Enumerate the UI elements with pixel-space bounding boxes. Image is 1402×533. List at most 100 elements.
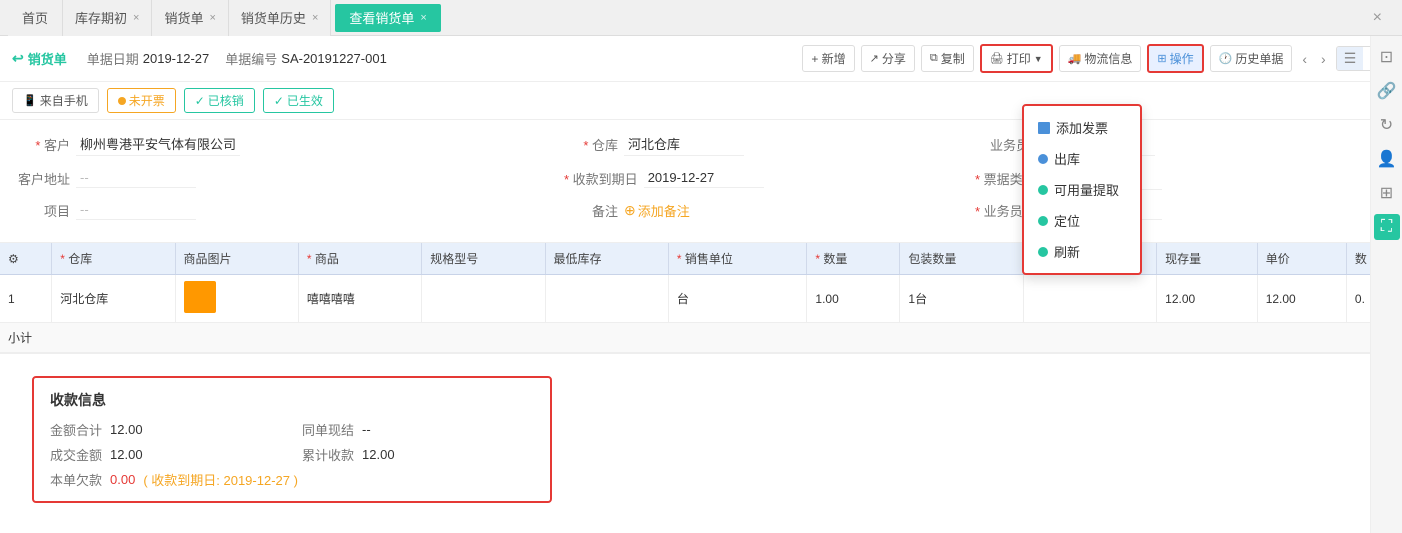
doc-header: ↩ 销货单 单据日期 2019-12-27 单据编号 SA-20191227-0… <box>0 36 1402 82</box>
gear-icon: ⚙ <box>8 252 19 266</box>
sidebar-document-icon[interactable]: ⊡ <box>1374 44 1400 70</box>
form-row-1: 客户 柳州粤港平安气体有限公司 仓库 河北仓库 业务员 演示账号 <box>16 132 1386 156</box>
col-quantity: 数量 <box>807 243 900 275</box>
col-pack-qty: 包装数量 <box>900 243 1023 275</box>
history-button[interactable]: 🕐 历史单据 <box>1210 45 1293 72</box>
status-row: 📱 来自手机 未开票 ✓ 已核销 ✓ 已生效 <box>0 82 1402 120</box>
confirmed-label: 已核销 <box>208 92 244 109</box>
row-min-stock <box>545 275 668 323</box>
row-num: 1 <box>0 275 52 323</box>
current-due-value: 0.00 <box>110 472 135 487</box>
warehouse-value[interactable]: 河北仓库 <box>624 132 744 156</box>
tab-bar: 首页 库存期初 × 销货单 × 销货单历史 × 查看销货单 × × <box>0 0 1402 36</box>
sidebar-fullscreen-icon[interactable]: ⛶ <box>1374 214 1400 240</box>
view-list-button[interactable]: ☰ <box>1337 47 1364 70</box>
confirmed-button[interactable]: ✓ 已核销 <box>184 88 255 113</box>
tab-sales-order-label: 销货单 <box>164 8 203 27</box>
row-sales-unit: 台 <box>668 275 807 323</box>
subtotal-label: 小计 <box>0 323 1402 353</box>
payment-section: 收款信息 金额合计 12.00 同单现结 -- 成交金额 12.00 <box>32 376 552 503</box>
row-warehouse: 河北仓库 <box>52 275 175 323</box>
sidebar-user-icon[interactable]: 👤 <box>1374 146 1400 172</box>
due-date-text: ( 收款到期日: 2019-12-27 ) <box>143 470 298 489</box>
col-stock: 现存量 <box>1157 243 1258 275</box>
doc-date-value: 2019-12-27 <box>143 51 210 66</box>
sidebar-refresh-icon[interactable]: ↻ <box>1374 112 1400 138</box>
locate-item[interactable]: 定位 <box>1024 205 1140 236</box>
payment-area: 收款信息 金额合计 12.00 同单现结 -- 成交金额 12.00 <box>0 354 1402 525</box>
form-section: 客户 柳州粤港平安气体有限公司 仓库 河北仓库 业务员 演示账号 客户地址 -- <box>0 120 1402 243</box>
cumulative-payment-row: 累计收款 12.00 <box>302 445 534 464</box>
refresh-item[interactable]: 刷新 <box>1024 236 1140 267</box>
from-phone-button[interactable]: 📱 来自手机 <box>12 88 99 113</box>
outbound-label: 出库 <box>1054 149 1080 168</box>
row-pack-qty: 1台 <box>900 275 1023 323</box>
form-row-2: 客户地址 -- 收款到期日 2019-12-27 票据类型 不开票 <box>16 166 1386 190</box>
tab-home[interactable]: 首页 <box>8 0 63 36</box>
not-opened-label: 未开票 <box>129 92 165 109</box>
history-button-label: 历史单据 <box>1235 50 1283 67</box>
effective-button[interactable]: ✓ 已生效 <box>263 88 334 113</box>
row-quantity: 1.00 <box>807 275 900 323</box>
tab-sales-order-close[interactable]: × <box>209 12 215 24</box>
logistics-button-label: 物流信息 <box>1084 50 1132 67</box>
tab-inventory-init[interactable]: 库存期初 × <box>63 0 152 36</box>
add-invoice-label: 添加发票 <box>1056 118 1108 137</box>
tab-view-sales-close[interactable]: × <box>420 12 426 24</box>
payment-date-label: 收款到期日 <box>564 169 644 188</box>
address-field: 客户地址 -- <box>16 168 564 188</box>
note-label: 备注 <box>564 201 624 220</box>
logistics-button[interactable]: 🚚 物流信息 <box>1059 45 1142 72</box>
form-row-3: 项目 -- 备注 ⊕ 添加备注 业务员孟 -- <box>16 200 1386 220</box>
tab-inventory-init-close[interactable]: × <box>133 12 139 24</box>
note-field: 备注 ⊕ 添加备注 <box>564 201 975 220</box>
add-note-button[interactable]: ⊕ 添加备注 <box>624 201 690 220</box>
print-button-label: 打印 <box>1007 50 1031 67</box>
customer-field: 客户 柳州粤港平安气体有限公司 <box>16 132 564 156</box>
payment-date-value[interactable]: 2019-12-27 <box>644 168 764 188</box>
row-product[interactable]: 嘻嘻嘻嘻 <box>298 275 421 323</box>
add-invoice-icon <box>1038 122 1050 134</box>
refresh-icon <box>1038 247 1048 257</box>
locate-label: 定位 <box>1054 211 1080 230</box>
project-value[interactable]: -- <box>76 200 196 220</box>
nav-prev-button[interactable]: ‹ <box>1298 47 1311 71</box>
not-opened-button[interactable]: 未开票 <box>107 88 176 113</box>
tab-view-sales[interactable]: 查看销货单 × <box>335 4 440 32</box>
toolbar: + 新增 ↗ 分享 ⧉ 复制 🖨 打印 ▼ 🚚 物流信息 <box>802 44 1390 73</box>
share-button[interactable]: ↗ 分享 <box>861 45 915 72</box>
sidebar-table-icon[interactable]: ⊞ <box>1374 180 1400 206</box>
payment-date-field: 收款到期日 2019-12-27 <box>564 168 975 188</box>
row-stock: 12.00 <box>1157 275 1258 323</box>
doc-type-label: 销货单 <box>28 49 67 68</box>
add-invoice-item[interactable]: 添加发票 <box>1024 112 1140 143</box>
doc-number-value: SA-20191227-001 <box>281 51 387 66</box>
address-value[interactable]: -- <box>76 168 196 188</box>
outbound-item[interactable]: 出库 <box>1024 143 1140 174</box>
total-amount-row: 金额合计 12.00 <box>50 420 282 439</box>
nav-next-button[interactable]: › <box>1317 47 1330 71</box>
customer-value[interactable]: 柳州粤港平安气体有限公司 <box>76 132 240 156</box>
col-min-stock: 最低库存 <box>545 243 668 275</box>
copy-button[interactable]: ⧉ 复制 <box>921 45 974 72</box>
available-qty-item[interactable]: 可用量提取 <box>1024 174 1140 205</box>
operations-button[interactable]: ⊞ 操作 <box>1147 44 1203 73</box>
print-button[interactable]: 🖨 打印 ▼ <box>980 44 1053 73</box>
cumulative-payment-label: 累计收款 <box>302 445 354 464</box>
tab-sales-history-label: 销货单历史 <box>241 8 306 27</box>
tab-sales-history-close[interactable]: × <box>312 12 318 24</box>
sidebar-link-icon[interactable]: 🔗 <box>1374 78 1400 104</box>
product-image <box>184 281 216 313</box>
current-due-row: 本单欠款 0.00 ( 收款到期日: 2019-12-27 ) <box>50 470 534 489</box>
tab-sales-order[interactable]: 销货单 × <box>152 0 228 36</box>
col-settings[interactable]: ⚙ <box>0 243 52 275</box>
project-label: 项目 <box>16 201 76 220</box>
subtotal-row: 小计 <box>0 323 1402 353</box>
add-note-label: 添加备注 <box>638 201 690 220</box>
operations-button-label: 操作 <box>1170 50 1194 67</box>
product-table-wrapper: ⚙ 仓库 商品图片 商品 规格型号 最低库存 销售单位 数量 包装数量 可用量 … <box>0 243 1402 354</box>
warehouse-label: 仓库 <box>564 135 624 154</box>
tab-sales-history[interactable]: 销货单历史 × <box>229 0 331 36</box>
window-close-button[interactable]: × <box>1361 9 1394 27</box>
new-button[interactable]: + 新增 <box>802 45 854 72</box>
